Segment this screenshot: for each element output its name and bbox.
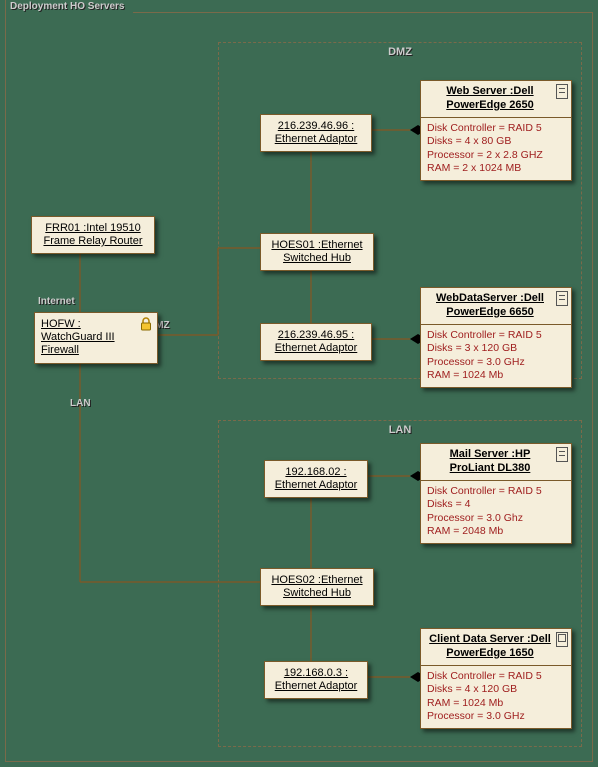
node-frr01: FRR01 :Intel 19510Frame Relay Router [31, 216, 155, 254]
node-hoes01: HOES01 :EthernetSwitched Hub [260, 233, 374, 271]
node-ea3: 192.168.02 :Ethernet Adaptor [264, 460, 368, 498]
node-mail-server: Mail Server :HPProLiant DL380 Disk Contr… [420, 443, 572, 544]
node-ea4: 192.168.0.3 :Ethernet Adaptor [264, 661, 368, 699]
frame-title: Deployment HO Servers [5, 0, 134, 13]
boundary-label-lan: LAN [389, 424, 412, 436]
node-web-server: Web Server :DellPowerEdge 2650 Disk Cont… [420, 80, 572, 181]
lock-icon [139, 317, 153, 331]
server-icon [556, 291, 568, 306]
server-icon [556, 447, 568, 462]
node-client-server: Client Data Server :DellPowerEdge 1650 D… [420, 628, 572, 729]
node-hofw: HOFW :WatchGuard III Firewall [34, 312, 158, 364]
node-ea1: 216.239.46.96 :Ethernet Adaptor [260, 114, 372, 152]
label-lan: LAN [70, 398, 91, 409]
label-internet: Internet [38, 296, 75, 307]
server-icon [556, 84, 568, 99]
node-ea2: 216.239.46.95 :Ethernet Adaptor [260, 323, 372, 361]
workstation-icon [556, 632, 568, 647]
diagram-canvas: Deployment HO Servers DMZ LAN [0, 0, 598, 767]
node-hoes02: HOES02 :EthernetSwitched Hub [260, 568, 374, 606]
boundary-label-dmz: DMZ [388, 46, 412, 58]
node-webdata-server: WebDataServer :DellPowerEdge 6650 Disk C… [420, 287, 572, 388]
